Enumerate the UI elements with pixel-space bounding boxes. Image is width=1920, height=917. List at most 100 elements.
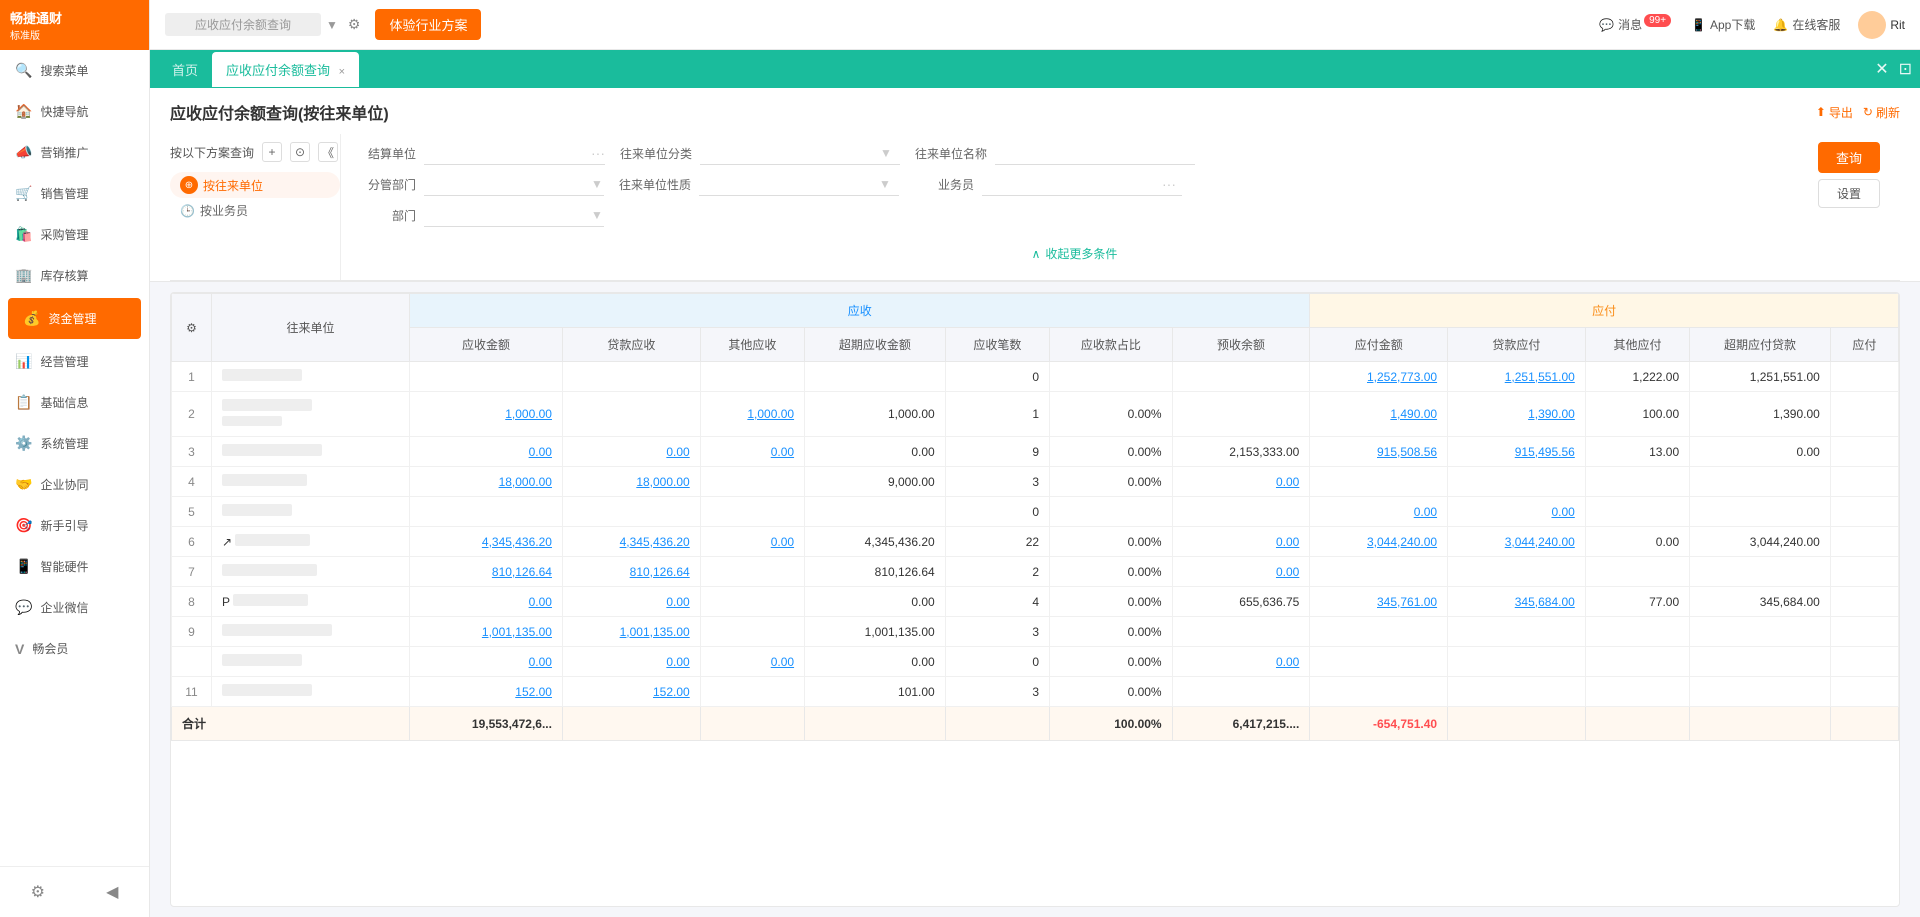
export-button[interactable]: ⬆ 导出: [1816, 104, 1853, 121]
overdue-payable-header: 超期应付贷款: [1690, 328, 1831, 362]
sidebar-item-member[interactable]: V 畅会员: [0, 628, 149, 669]
topbar-gear-icon[interactable]: ⚙: [348, 16, 361, 33]
tab-close-icon[interactable]: ×: [339, 66, 345, 78]
row-receivable-ratio: 0.00%: [1050, 677, 1173, 707]
row-receivable-count: 4: [945, 587, 1049, 617]
page-area: 应收应付余额查询(按往来单位) ⬆ 导出 ↻ 刷新: [150, 88, 1920, 917]
footer-payable-amount: -654,751.40: [1310, 707, 1448, 741]
dept-chevron[interactable]: ▼: [591, 208, 603, 222]
row-payable-amount: 1,490.00: [1310, 392, 1448, 437]
sidebar-item-wechat[interactable]: 💬 企业微信: [0, 587, 149, 628]
settlement-unit-input[interactable]: [424, 142, 591, 164]
tab-bar: 首页 应收应付余额查询 × ✕ ⊡: [150, 50, 1920, 88]
unit-nature-chevron[interactable]: ▼: [879, 177, 891, 191]
row-overdue-receivable: 810,126.64: [805, 557, 946, 587]
sidebar-item-basic[interactable]: 📋 基础信息: [0, 382, 149, 423]
tab-home[interactable]: 首页: [158, 52, 212, 87]
filter-settings-btn[interactable]: ⊙: [290, 142, 310, 162]
solution-button[interactable]: 体验行业方案: [375, 9, 481, 40]
sidebar-label-system: 系统管理: [40, 435, 88, 452]
sidebar-item-collab[interactable]: 🤝 企业协同: [0, 464, 149, 505]
row-overdue-receivable: 1,000.00: [805, 392, 946, 437]
by-unit-label: 按往来单位: [203, 177, 263, 194]
add-filter-btn[interactable]: +: [262, 142, 282, 162]
breadcrumb-chevron[interactable]: ▼: [326, 18, 338, 32]
table-scroll[interactable]: ⚙ 往来单位 应收 应付 应收金额 贷款应收 其他应收 超期应收金额 应收笔数: [171, 293, 1899, 906]
dept-manager-input[interactable]: [424, 173, 591, 195]
sidebar-item-purchase[interactable]: 🛍️ 采购管理: [0, 214, 149, 255]
user-item[interactable]: Rit: [1858, 11, 1905, 39]
salesperson-dots[interactable]: ···: [1162, 176, 1176, 192]
row-overdue-receivable: 0.00: [805, 437, 946, 467]
filter-action-buttons: 查询 设置: [1808, 134, 1900, 216]
dept-input[interactable]: [424, 204, 591, 226]
sidebar-item-sales[interactable]: 🛒 销售管理: [0, 173, 149, 214]
query-button[interactable]: 查询: [1818, 142, 1880, 173]
main-content: 应收应付余额查询 ▼ ⚙ 体验行业方案 💬 消息 99+ 📱 App下载 🔔 在…: [150, 0, 1920, 917]
unit-category-chevron[interactable]: ▼: [880, 146, 892, 160]
row-other-receivable: [700, 467, 804, 497]
row-payable-amount: 915,508.56: [1310, 437, 1448, 467]
filter-collapse-btn[interactable]: 《: [318, 142, 338, 162]
sidebar-item-inventory[interactable]: 🏢 库存核算: [0, 255, 149, 296]
row-receivable-count: 0: [945, 647, 1049, 677]
row-unit: [212, 497, 410, 527]
sidebar-settings-btn[interactable]: ⚙: [26, 877, 50, 907]
sidebar-label-guide: 新手引导: [40, 517, 88, 534]
salesperson-label: 业务员: [914, 176, 974, 193]
row-receivable-count: 3: [945, 467, 1049, 497]
dept-manager-chevron[interactable]: ▼: [591, 177, 603, 191]
row-other-receivable: [700, 587, 804, 617]
row-loan-payable: 345,684.00: [1448, 587, 1586, 617]
online-service-item[interactable]: 🔔 在线客服: [1773, 16, 1840, 33]
row-unit: [212, 362, 410, 392]
row-loan-payable: [1448, 617, 1586, 647]
unit-category-input[interactable]: [700, 142, 880, 164]
sidebar-item-finance[interactable]: 💰 资金管理: [8, 298, 141, 339]
close-window-icon[interactable]: ✕: [1875, 59, 1888, 79]
row-receivable-ratio: [1050, 362, 1173, 392]
row-overdue-receivable: 1,001,135.00: [805, 617, 946, 647]
message-item[interactable]: 💬 消息 99+: [1599, 16, 1673, 33]
sidebar-label-basic: 基础信息: [40, 394, 88, 411]
row-receivable-amount: 0.00: [410, 647, 563, 677]
sidebar: 畅捷通财 标准版 🔍 搜索菜单 🏠 快捷导航 📣 营销推广 🛒 销售管理 🛍️ …: [0, 0, 150, 917]
table-row: 8 P 0.00 0.00 0.00 4 0.00% 655,636.75 34…: [172, 587, 1899, 617]
sidebar-item-management[interactable]: 📊 经营管理: [0, 341, 149, 382]
sidebar-item-search[interactable]: 🔍 搜索菜单: [0, 50, 149, 91]
sidebar-item-marketing[interactable]: 📣 营销推广: [0, 132, 149, 173]
salesperson-input[interactable]: [982, 173, 1162, 195]
row-loan-payable: [1448, 557, 1586, 587]
collapse-more-btn[interactable]: ∧ 收起更多条件: [356, 240, 1793, 267]
filter-option-by-unit[interactable]: ⊕ 按往来单位: [170, 172, 340, 198]
sidebar-item-guide[interactable]: 🎯 新手引导: [0, 505, 149, 546]
sidebar-item-quick-nav[interactable]: 🏠 快捷导航: [0, 91, 149, 132]
row-no: [172, 647, 212, 677]
row-other-receivable: [700, 497, 804, 527]
row-overdue-receivable: [805, 497, 946, 527]
row-other-payable: 1,222.00: [1585, 362, 1689, 392]
refresh-button[interactable]: ↻ 刷新: [1863, 104, 1900, 121]
row-advance-balance: [1172, 497, 1310, 527]
filter-option-by-staff[interactable]: 🕒 按业务员: [170, 198, 340, 223]
settlement-unit-dots[interactable]: ···: [591, 145, 605, 161]
maximize-window-icon[interactable]: ⊡: [1899, 59, 1912, 79]
row-unit: [212, 392, 410, 437]
app-download-item[interactable]: 📱 App下载: [1691, 16, 1755, 33]
sidebar-item-system[interactable]: ⚙️ 系统管理: [0, 423, 149, 464]
tab-balance-query[interactable]: 应收应付余额查询 ×: [212, 52, 359, 87]
row-loan-payable: 915,495.56: [1448, 437, 1586, 467]
settlement-unit-label: 结算单位: [356, 145, 416, 162]
by-unit-icon: ⊕: [180, 176, 198, 194]
sidebar-collapse-btn[interactable]: ◀: [101, 877, 123, 907]
settings-col-header[interactable]: ⚙: [172, 294, 212, 362]
collapse-more-row: ∧ 收起更多条件: [356, 235, 1793, 272]
sidebar-item-hardware[interactable]: 📱 智能硬件: [0, 546, 149, 587]
service-icon: 🔔: [1773, 18, 1788, 32]
row-receivable-ratio: [1050, 497, 1173, 527]
filter-settings-main-btn[interactable]: 设置: [1818, 179, 1880, 208]
footer-row: 合计 19,553,472,6... 100.00% 6,417,215....…: [172, 707, 1899, 741]
unit-name-input[interactable]: [995, 142, 1175, 164]
unit-nature-input[interactable]: [699, 173, 879, 195]
sidebar-label-purchase: 采购管理: [40, 226, 88, 243]
